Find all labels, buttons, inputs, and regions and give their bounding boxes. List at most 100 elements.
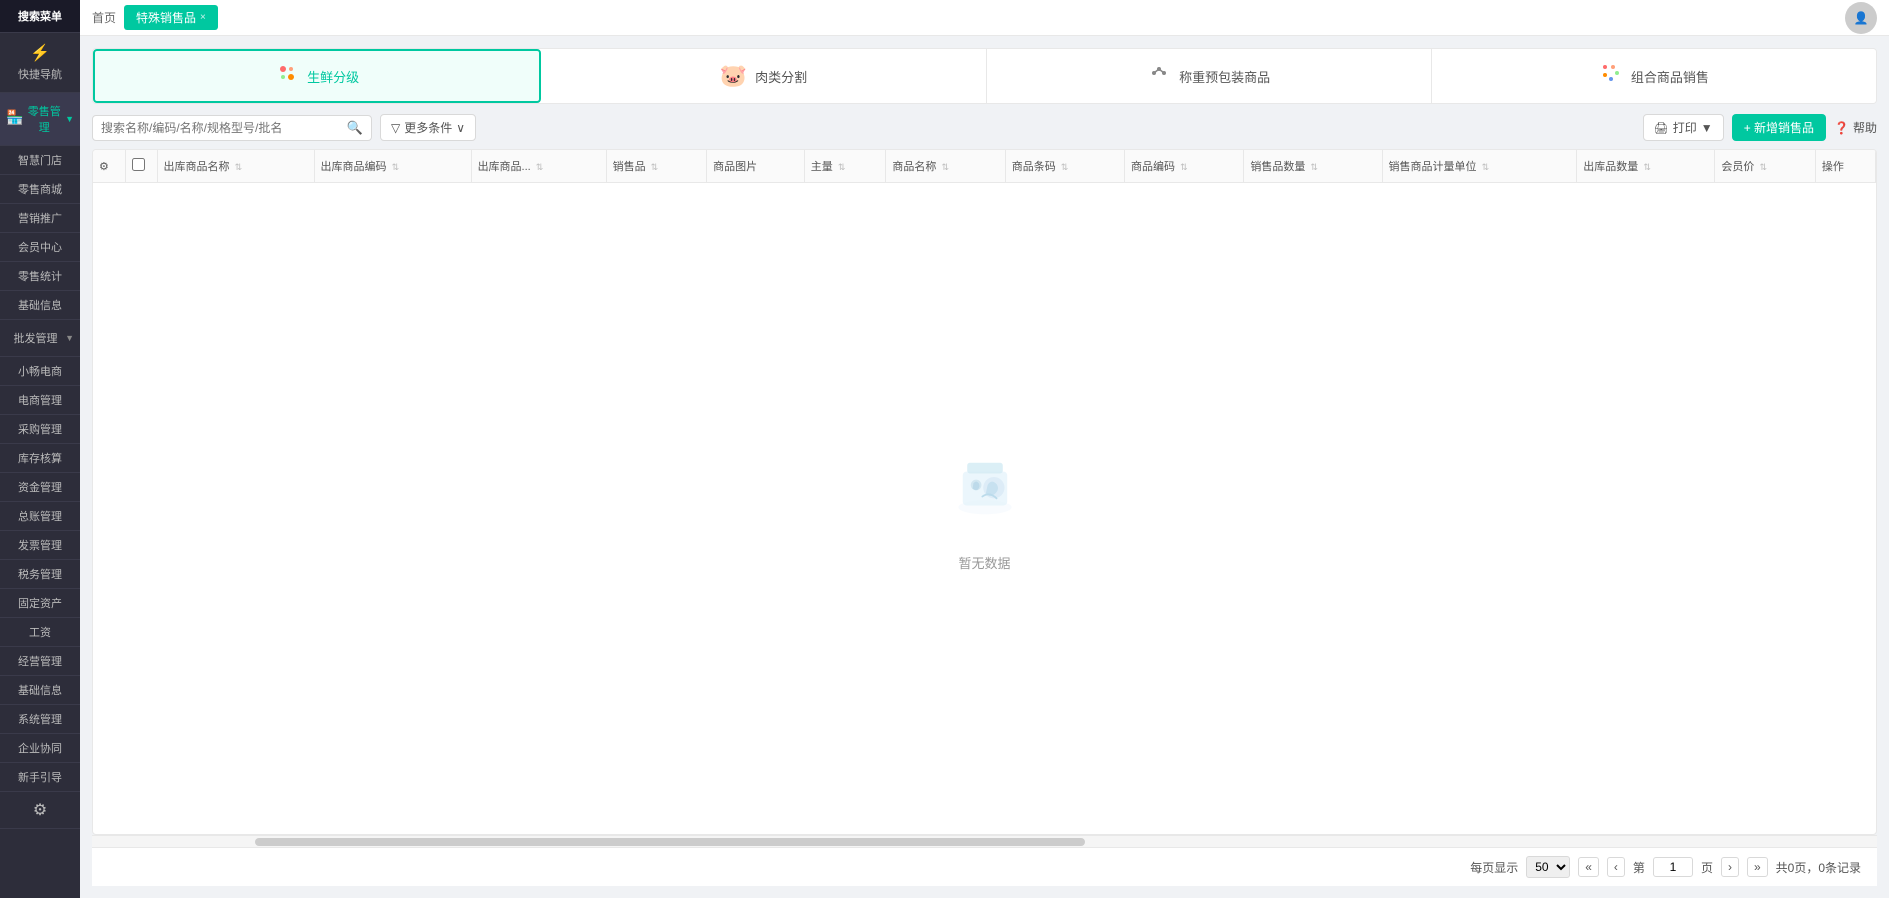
cat-tab-fresh-grade[interactable]: 生鲜分级 — [93, 49, 541, 103]
purchase-mgmt-label: 采购管理 — [18, 421, 62, 437]
basic-info-1-label: 基础信息 — [18, 297, 62, 313]
prev-page-btn[interactable]: ‹ — [1607, 857, 1625, 877]
col-out-qty-label: 出库品数量 — [1583, 161, 1638, 173]
sidebar-item-ecommerce-small[interactable]: 小畅电商 — [0, 357, 80, 386]
col-sale-item[interactable]: 销售品 ⇅ — [606, 150, 706, 183]
topbar-tab-close[interactable]: × — [200, 12, 206, 23]
col-sale-qty-label: 销售品数量 — [1250, 161, 1305, 173]
sidebar-item-basic-info-2[interactable]: 基础信息 — [0, 676, 80, 705]
settings-col-icon: ⚙ — [99, 161, 109, 173]
col-product-name[interactable]: 商品名称 ⇅ — [886, 150, 1005, 183]
sidebar-item-finance[interactable]: 资金管理 — [0, 473, 80, 502]
cat-tab-combo-sale-label: 组合商品销售 — [1631, 67, 1709, 86]
col-out-product-code[interactable]: 出库商品编码 ⇅ — [314, 150, 471, 183]
col-member-price[interactable]: 会员价 ⇅ — [1715, 150, 1815, 183]
toolbar-right: 🖨 打印 ▼ + 新增销售品 ❓ 帮助 — [1643, 114, 1877, 141]
basic-info-2-label: 基础信息 — [18, 682, 62, 698]
sidebar-item-retail-stats[interactable]: 零售统计 — [0, 262, 80, 291]
sidebar-item-general-ledger[interactable]: 总账管理 — [0, 502, 80, 531]
cat-tab-combo-sale[interactable]: 组合商品销售 — [1432, 49, 1876, 103]
sidebar-item-retail-mgmt[interactable]: 🏪 零售管理 ▼ — [0, 93, 80, 146]
col-product-code-label: 商品编码 — [1131, 161, 1175, 173]
marketing-label: 营销推广 — [18, 210, 62, 226]
col-product-name-label: 商品名称 — [892, 161, 936, 173]
sidebar-item-salary[interactable]: 工资 — [0, 618, 80, 647]
col-sale-qty[interactable]: 销售品数量 ⇅ — [1244, 150, 1382, 183]
sidebar-item-inventory[interactable]: 库存核算 — [0, 444, 80, 473]
search-input[interactable] — [101, 121, 343, 135]
col-out-qty[interactable]: 出库品数量 ⇅ — [1577, 150, 1715, 183]
sidebar-item-basic-info-1[interactable]: 基础信息 — [0, 291, 80, 320]
print-button[interactable]: 🖨 打印 ▼ — [1643, 114, 1724, 141]
new-sale-item-button[interactable]: + 新增销售品 — [1732, 114, 1826, 141]
col-out-product-spec[interactable]: 出库商品... ⇅ — [471, 150, 606, 183]
sidebar-item-wholesale-mgmt[interactable]: 批发管理 ▼ — [0, 320, 80, 357]
col-barcode[interactable]: 商品条码 ⇅ — [1005, 150, 1124, 183]
search-icon[interactable]: 🔍 — [347, 120, 363, 136]
user-avatar[interactable]: 👤 — [1845, 2, 1877, 34]
general-ledger-label: 总账管理 — [18, 508, 62, 524]
data-table-wrapper: ⚙ 出库商品名称 ⇅ 出库商品编码 ⇅ — [92, 149, 1877, 835]
col-settings[interactable]: ⚙ — [93, 150, 125, 183]
retail-mgmt-icon: 🏪 — [6, 109, 23, 126]
col-product-image: 商品图片 — [707, 150, 805, 183]
sidebar-item-fixed-assets[interactable]: 固定资产 — [0, 589, 80, 618]
sidebar-item-invoice[interactable]: 发票管理 — [0, 531, 80, 560]
sidebar-item-ecommerce-mgmt[interactable]: 电商管理 — [0, 386, 80, 415]
sidebar-item-settings[interactable]: ⚙ — [0, 792, 80, 829]
smart-store-label: 智慧门店 — [18, 152, 62, 168]
sidebar-item-system-mgmt[interactable]: 系统管理 — [0, 705, 80, 734]
sort-icon-8: ⇅ — [1180, 162, 1188, 172]
col-product-code[interactable]: 商品编码 ⇅ — [1125, 150, 1244, 183]
cat-tab-meat-cut[interactable]: 🐷 肉类分割 — [541, 49, 986, 103]
sort-icon-10: ⇅ — [1482, 162, 1490, 172]
total-records: 共0页，0条记录 — [1776, 859, 1861, 876]
last-page-btn[interactable]: » — [1747, 857, 1768, 877]
col-out-product-spec-label: 出库商品... — [478, 161, 531, 173]
sort-icon-5: ⇅ — [838, 162, 846, 172]
col-sale-unit[interactable]: 销售商品计量单位 ⇅ — [1382, 150, 1577, 183]
filter-button[interactable]: ▽ 更多条件 ∨ — [380, 114, 476, 141]
new-sale-item-label: + 新增销售品 — [1744, 119, 1814, 136]
cat-tab-weight-prepack[interactable]: 称重预包装商品 — [987, 49, 1432, 103]
sidebar-item-enterprise-collab[interactable]: 企业协同 — [0, 734, 80, 763]
sidebar-item-newbie-guide[interactable]: 新手引导 — [0, 763, 80, 792]
sidebar-item-purchase-mgmt[interactable]: 采购管理 — [0, 415, 80, 444]
horizontal-scrollbar[interactable] — [92, 835, 1877, 847]
col-out-product-code-label: 出库商品编码 — [321, 161, 387, 173]
topbar-home[interactable]: 首页 — [92, 9, 116, 26]
print-icon: 🖨 — [1654, 121, 1669, 135]
sidebar-item-tax[interactable]: 税务管理 — [0, 560, 80, 589]
sidebar-item-business-mgmt[interactable]: 经营管理 — [0, 647, 80, 676]
tax-label: 税务管理 — [18, 566, 62, 582]
sidebar-logo[interactable]: 搜索菜单 — [0, 0, 80, 33]
topbar-active-tab[interactable]: 特殊销售品 × — [124, 5, 218, 30]
col-main-qty-label: 主量 — [811, 161, 833, 173]
invoice-label: 发票管理 — [18, 537, 62, 553]
toolbar: 🔍 ▽ 更多条件 ∨ 🖨 打印 ▼ + 新增销售品 ❓ — [92, 114, 1877, 141]
select-all-checkbox[interactable] — [132, 158, 145, 171]
empty-state: 暂无数据 — [93, 183, 1876, 834]
col-main-qty[interactable]: 主量 ⇅ — [804, 150, 886, 183]
sidebar-item-retail-mall[interactable]: 零售商城 — [0, 175, 80, 204]
first-page-btn[interactable]: « — [1578, 857, 1599, 877]
finance-label: 资金管理 — [18, 479, 62, 495]
quick-nav-icon: ⚡ — [30, 43, 50, 63]
sidebar-item-quick-nav[interactable]: ⚡ 快捷导航 — [0, 33, 80, 93]
sidebar-item-label: 快捷导航 — [18, 66, 62, 82]
retail-mall-label: 零售商城 — [18, 181, 62, 197]
page-size-select[interactable]: 50 — [1526, 856, 1570, 878]
table-header-row: ⚙ 出库商品名称 ⇅ 出库商品编码 ⇅ — [93, 150, 1876, 183]
sidebar-item-smart-store[interactable]: 智慧门店 — [0, 146, 80, 175]
page-input[interactable] — [1653, 857, 1693, 877]
next-page-btn[interactable]: › — [1721, 857, 1739, 877]
sidebar-item-marketing[interactable]: 营销推广 — [0, 204, 80, 233]
help-button[interactable]: ❓ 帮助 — [1834, 119, 1877, 136]
col-out-product-name[interactable]: 出库商品名称 ⇅ — [157, 150, 314, 183]
newbie-guide-label: 新手引导 — [18, 769, 62, 785]
member-center-label: 会员中心 — [18, 239, 62, 255]
wholesale-mgmt-arrow: ▼ — [65, 333, 74, 343]
sidebar-item-member-center[interactable]: 会员中心 — [0, 233, 80, 262]
col-checkbox[interactable] — [125, 150, 157, 183]
scroll-thumb[interactable] — [255, 838, 1085, 846]
